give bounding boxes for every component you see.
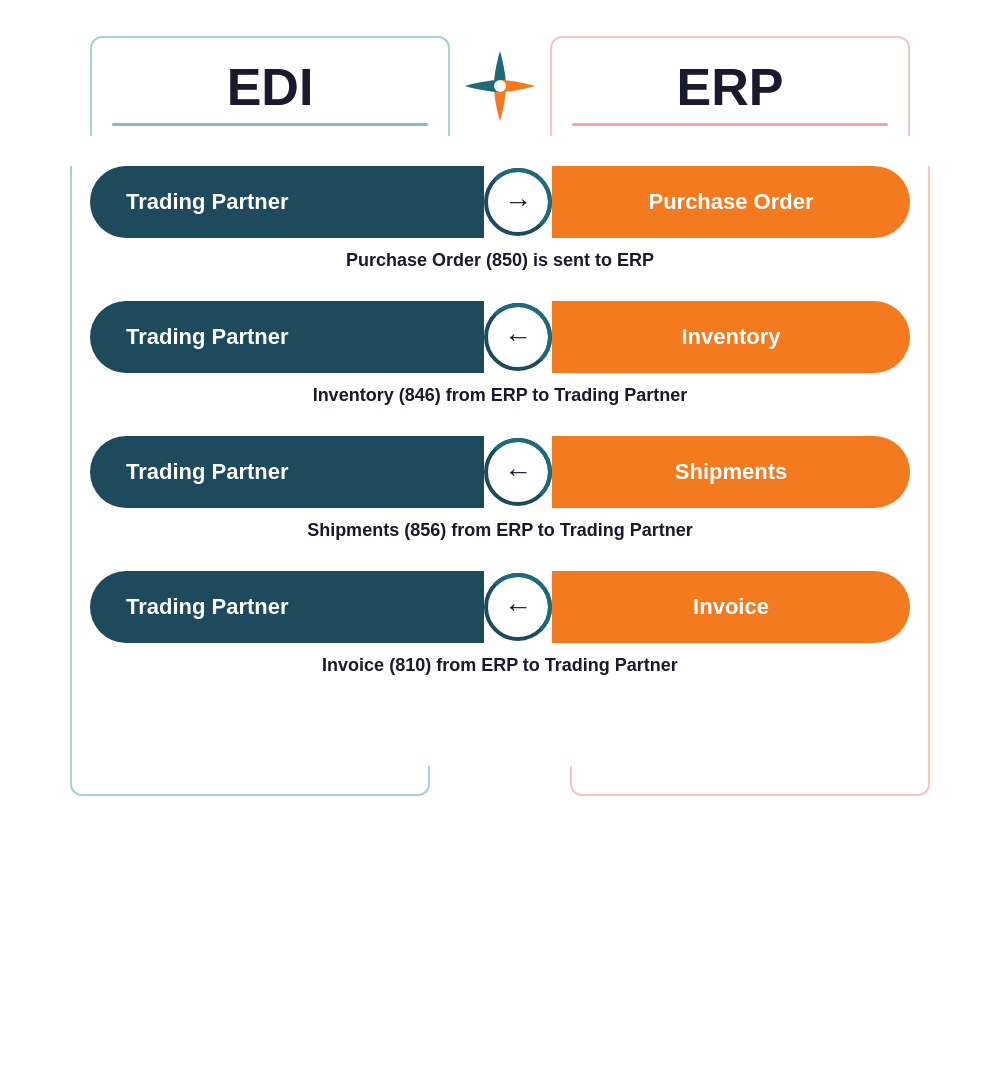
logo-area — [450, 46, 550, 126]
circle-connector-3: ← — [484, 438, 552, 506]
trading-partner-label-3: Trading Partner — [126, 459, 289, 485]
trading-partner-pill-2: Trading Partner — [90, 301, 484, 373]
flow-row-invoice: Trading Partner ← Invoice Invoice (810) … — [70, 571, 930, 696]
flow-bar-purchase-order: Trading Partner → Purchase Order — [90, 166, 910, 238]
diagram-container: EDI ERP — [70, 36, 930, 1036]
bottom-left-border — [70, 766, 430, 796]
edi-underline — [112, 123, 428, 126]
circle-connector-4: ← — [484, 573, 552, 641]
bottom-borders — [70, 766, 930, 796]
svg-point-0 — [494, 80, 506, 92]
arrow-left-icon-3: ← — [504, 456, 532, 488]
trading-partner-label-4: Trading Partner — [126, 594, 289, 620]
shipments-pill: Shipments — [552, 436, 910, 508]
arrow-left-icon-4: ← — [504, 591, 532, 623]
arrow-left-icon-2: ← — [504, 321, 532, 353]
purchase-order-pill: Purchase Order — [552, 166, 910, 238]
header-row: EDI ERP — [70, 36, 930, 136]
inventory-description: Inventory (846) from ERP to Trading Part… — [313, 385, 688, 406]
left-border — [70, 166, 72, 766]
shipments-description: Shipments (856) from ERP to Trading Part… — [307, 520, 693, 541]
flow-row-inventory: Trading Partner ← Inventory Inventory (8… — [70, 301, 930, 426]
flow-row-purchase-order: Trading Partner → Purchase Order Purchas… — [70, 166, 930, 291]
flow-row-shipments: Trading Partner ← Shipments Shipments (8… — [70, 436, 930, 561]
erp-box: ERP — [550, 36, 910, 136]
trading-partner-label-2: Trading Partner — [126, 324, 289, 350]
trading-partner-pill-4: Trading Partner — [90, 571, 484, 643]
bottom-right-border — [570, 766, 930, 796]
flow-bar-inventory: Trading Partner ← Inventory — [90, 301, 910, 373]
purchase-order-description: Purchase Order (850) is sent to ERP — [346, 250, 654, 271]
edi-box: EDI — [90, 36, 450, 136]
purchase-order-label: Purchase Order — [648, 189, 813, 215]
right-border — [928, 166, 930, 766]
inventory-pill: Inventory — [552, 301, 910, 373]
shipments-label: Shipments — [675, 459, 787, 485]
trading-partner-label-1: Trading Partner — [126, 189, 289, 215]
circle-connector-2: ← — [484, 303, 552, 371]
edi-label: EDI — [227, 57, 314, 117]
invoice-pill: Invoice — [552, 571, 910, 643]
inventory-label: Inventory — [681, 324, 780, 350]
arrow-right-icon-1: → — [504, 186, 532, 218]
circle-connector-1: → — [484, 168, 552, 236]
invoice-description: Invoice (810) from ERP to Trading Partne… — [322, 655, 678, 676]
trading-partner-pill-3: Trading Partner — [90, 436, 484, 508]
trading-partner-pill-1: Trading Partner — [90, 166, 484, 238]
invoice-label: Invoice — [693, 594, 769, 620]
erp-label: ERP — [677, 57, 784, 117]
brand-logo-icon — [460, 46, 540, 126]
main-content: Trading Partner → Purchase Order Purchas… — [70, 166, 930, 766]
flow-bar-invoice: Trading Partner ← Invoice — [90, 571, 910, 643]
flow-bar-shipments: Trading Partner ← Shipments — [90, 436, 910, 508]
erp-underline — [572, 123, 888, 126]
